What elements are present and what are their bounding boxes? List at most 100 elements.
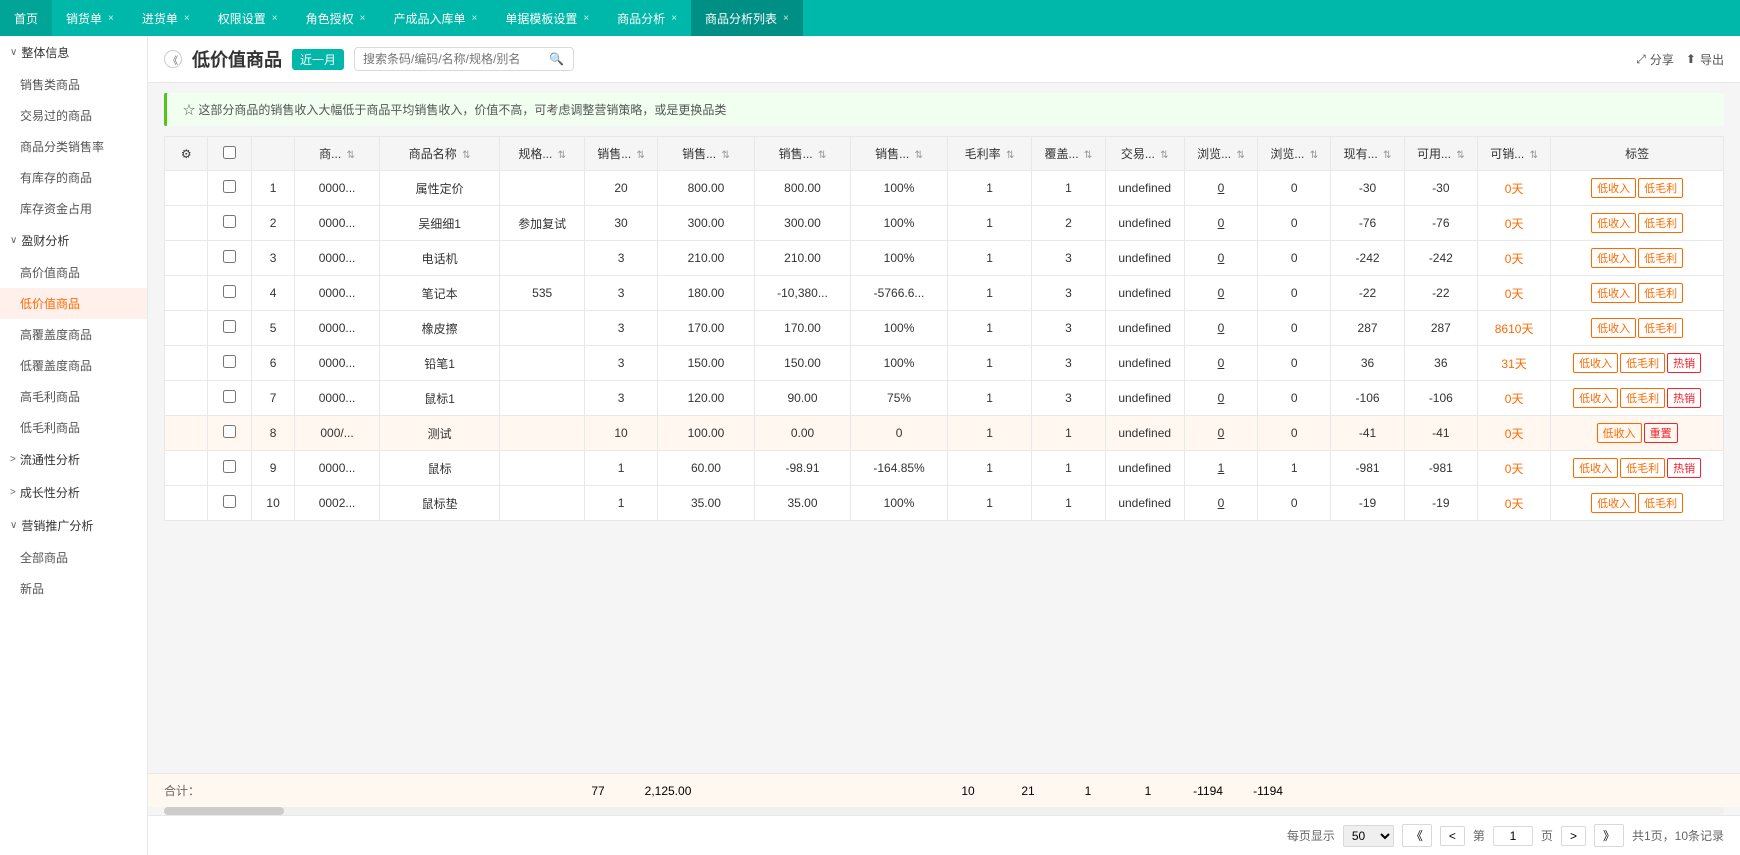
browse-link[interactable]: 0 <box>1218 321 1225 335</box>
close-icon[interactable]: × <box>360 13 366 24</box>
check-cell[interactable] <box>208 346 251 381</box>
name-cell[interactable]: 笔记本 <box>379 276 500 311</box>
name-cell[interactable]: 铅笔1 <box>379 346 500 381</box>
nav-product-analysis-list[interactable]: 商品分析列表 × <box>691 0 803 36</box>
col-trade-header[interactable]: 交易... ⇅ <box>1105 137 1184 171</box>
prev-page-button[interactable]: < <box>1440 826 1465 846</box>
browse1-cell[interactable]: 1 <box>1184 451 1257 486</box>
col-avail-header[interactable]: 可用... ⇅ <box>1404 137 1477 171</box>
sidebar-item-category-sales-rate[interactable]: 商品分类销售率 <box>0 131 147 162</box>
sidebar-group-overall[interactable]: ∨ 整体信息 <box>0 36 147 69</box>
nav-template-settings[interactable]: 单据模板设置 × <box>491 0 603 36</box>
search-input[interactable] <box>363 52 543 66</box>
browse-link[interactable]: 0 <box>1218 356 1225 370</box>
col-sale-x-header[interactable]: 销售... ⇅ <box>851 137 948 171</box>
sidebar-group-growth[interactable]: > 成长性分析 <box>0 476 147 509</box>
col-sale-qty-header[interactable]: 销售... ⇅ <box>584 137 657 171</box>
row-checkbox[interactable] <box>223 425 236 438</box>
col-sellable-header[interactable]: 可销... ⇅ <box>1477 137 1550 171</box>
browse1-cell[interactable]: 0 <box>1184 171 1257 206</box>
browse1-cell[interactable]: 0 <box>1184 276 1257 311</box>
close-icon[interactable]: × <box>184 13 190 24</box>
check-cell[interactable] <box>208 486 251 521</box>
last-page-button[interactable]: 》 <box>1594 824 1624 847</box>
sidebar-item-high-value[interactable]: 高价值商品 <box>0 257 147 288</box>
sidebar-group-circulation[interactable]: > 流通性分析 <box>0 443 147 476</box>
sidebar-item-traded-products[interactable]: 交易过的商品 <box>0 100 147 131</box>
search-box[interactable]: 🔍 <box>354 47 574 71</box>
nav-sales-order[interactable]: 销货单 × <box>52 0 128 36</box>
col-stock-header[interactable]: 现有... ⇅ <box>1331 137 1404 171</box>
sidebar-item-sales-products[interactable]: 销售类商品 <box>0 69 147 100</box>
row-checkbox[interactable] <box>223 250 236 263</box>
col-browse2-header[interactable]: 浏览... ⇅ <box>1258 137 1331 171</box>
code-cell[interactable]: 0000... <box>295 171 379 206</box>
row-checkbox[interactable] <box>223 495 236 508</box>
check-cell[interactable] <box>208 416 251 451</box>
col-sale-avg-header[interactable]: 销售... ⇅ <box>754 137 851 171</box>
check-cell[interactable] <box>208 171 251 206</box>
browse-link[interactable]: 1 <box>1218 461 1225 475</box>
sidebar-item-low-value[interactable]: 低价值商品 <box>0 288 147 319</box>
sidebar-item-low-coverage[interactable]: 低覆盖度商品 <box>0 350 147 381</box>
browse-link[interactable]: 0 <box>1218 251 1225 265</box>
check-cell[interactable] <box>208 451 251 486</box>
code-cell[interactable]: 0002... <box>295 486 379 521</box>
browse1-cell[interactable]: 0 <box>1184 381 1257 416</box>
col-settings[interactable]: ⚙ <box>165 137 208 171</box>
code-cell[interactable]: 0000... <box>295 311 379 346</box>
time-badge[interactable]: 近一月 <box>292 49 344 70</box>
row-checkbox[interactable] <box>223 390 236 403</box>
close-icon[interactable]: × <box>583 13 589 24</box>
sidebar-item-inventory-capital[interactable]: 库存资金占用 <box>0 193 147 224</box>
check-cell[interactable] <box>208 241 251 276</box>
name-cell[interactable]: 测试 <box>379 416 500 451</box>
horizontal-scrollbar[interactable] <box>164 807 1724 815</box>
code-cell[interactable]: 0000... <box>295 276 379 311</box>
row-checkbox[interactable] <box>223 355 236 368</box>
name-cell[interactable]: 鼠标垫 <box>379 486 500 521</box>
table-area[interactable]: ⚙ 商... ⇅ 商品名称 ⇅ 规格... ⇅ 销售... ⇅ 销售... ⇅ … <box>148 136 1740 773</box>
sidebar-item-high-coverage[interactable]: 高覆盖度商品 <box>0 319 147 350</box>
browse-link[interactable]: 0 <box>1218 496 1225 510</box>
row-checkbox[interactable] <box>223 320 236 333</box>
sidebar-group-marketing[interactable]: ∨ 营销推广分析 <box>0 509 147 542</box>
browse1-cell[interactable]: 0 <box>1184 241 1257 276</box>
share-button[interactable]: ⤢ 分享 <box>1636 51 1674 68</box>
col-name-header[interactable]: 商品名称 ⇅ <box>379 137 500 171</box>
browse-link[interactable]: 0 <box>1218 216 1225 230</box>
col-cover-header[interactable]: 覆盖... ⇅ <box>1032 137 1105 171</box>
sidebar-item-in-stock[interactable]: 有库存的商品 <box>0 162 147 193</box>
browse1-cell[interactable]: 0 <box>1184 311 1257 346</box>
name-cell[interactable]: 电话机 <box>379 241 500 276</box>
nav-role-auth[interactable]: 角色授权 × <box>292 0 380 36</box>
code-cell[interactable]: 0000... <box>295 381 379 416</box>
col-code-header[interactable]: 商... ⇅ <box>295 137 379 171</box>
search-icon[interactable]: 🔍 <box>549 52 564 66</box>
code-cell[interactable]: 000/... <box>295 416 379 451</box>
browse1-cell[interactable]: 0 <box>1184 346 1257 381</box>
collapse-sidebar-button[interactable]: 《 <box>164 50 182 68</box>
col-spec-header[interactable]: 规格... ⇅ <box>500 137 584 171</box>
check-cell[interactable] <box>208 311 251 346</box>
browse-link[interactable]: 0 <box>1218 286 1225 300</box>
sidebar-group-profit[interactable]: ∨ 盈财分析 <box>0 224 147 257</box>
col-browse1-header[interactable]: 浏览... ⇅ <box>1184 137 1257 171</box>
first-page-button[interactable]: 《 <box>1402 824 1432 847</box>
close-icon[interactable]: × <box>108 13 114 24</box>
col-check-all[interactable] <box>208 137 251 171</box>
export-button[interactable]: ⬆ 导出 <box>1686 51 1724 68</box>
page-number-input[interactable] <box>1493 826 1533 846</box>
sidebar-item-high-margin[interactable]: 高毛利商品 <box>0 381 147 412</box>
col-margin-header[interactable]: 毛利率 ⇅ <box>947 137 1031 171</box>
sidebar-item-low-margin[interactable]: 低毛利商品 <box>0 412 147 443</box>
browse-link[interactable]: 0 <box>1218 426 1225 440</box>
close-icon[interactable]: × <box>671 13 677 24</box>
close-icon[interactable]: × <box>471 13 477 24</box>
sidebar-item-new-products[interactable]: 新品 <box>0 573 147 604</box>
next-page-button[interactable]: > <box>1561 826 1586 846</box>
code-cell[interactable]: 0000... <box>295 241 379 276</box>
code-cell[interactable]: 0000... <box>295 206 379 241</box>
nav-product-instock[interactable]: 产成品入库单 × <box>379 0 491 36</box>
code-cell[interactable]: 0000... <box>295 346 379 381</box>
